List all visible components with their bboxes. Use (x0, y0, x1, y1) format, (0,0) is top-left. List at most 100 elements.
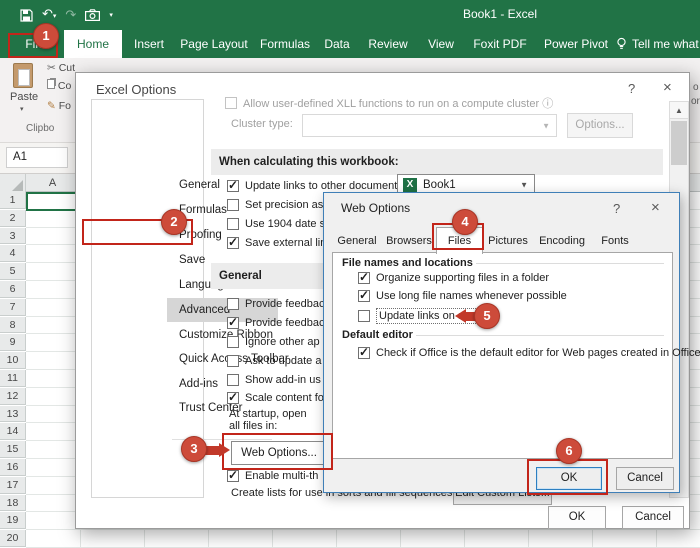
calc-check-3[interactable]: Save external lin (227, 237, 326, 249)
arrow-right-icon (219, 443, 230, 457)
general-check-3[interactable]: Ask to update a (227, 355, 321, 367)
cluster-options-button[interactable]: Options... (567, 113, 633, 138)
general-check-5[interactable]: Scale content fo (227, 392, 324, 404)
row-header-9[interactable]: 9 (0, 334, 26, 351)
qat-customize-icon[interactable]: ▾ (109, 11, 113, 19)
quick-access-toolbar: ↶▾ ↷ ▾ (20, 6, 113, 24)
calc-check-0[interactable]: Update links to other documents (227, 180, 403, 192)
row-header-14[interactable]: 14 (0, 423, 26, 440)
calc-check-1[interactable]: Set precision as (227, 199, 323, 211)
row-header-20[interactable]: 20 (0, 530, 26, 547)
row-header-4[interactable]: 4 (0, 245, 26, 262)
row-header-6[interactable]: 6 (0, 281, 26, 298)
row-header-5[interactable]: 5 (0, 263, 26, 280)
row-header-2[interactable]: 2 (0, 210, 26, 227)
checkbox-label: Organize supporting files in a folder (376, 272, 549, 284)
row-header-13[interactable]: 13 (0, 406, 26, 423)
row-header-18[interactable]: 18 (0, 495, 26, 512)
checkbox[interactable] (227, 336, 239, 348)
row-header-19[interactable]: 19 (0, 512, 26, 529)
checkbox[interactable] (227, 374, 239, 386)
scroll-up-icon[interactable] (670, 102, 688, 119)
excel-options-cancel-button[interactable]: Cancel (622, 506, 684, 529)
row-header-12[interactable]: 12 (0, 388, 26, 405)
web-options-tab-general[interactable]: General (334, 229, 380, 253)
general-check-0[interactable]: Provide feedbac (227, 298, 325, 310)
ribbon-tab-data[interactable]: Data (318, 30, 356, 58)
ribbon-tab-view[interactable]: View (420, 30, 462, 58)
format-painter-button[interactable]: ✎ Fo (47, 100, 71, 112)
callout-5: 5 (474, 303, 500, 329)
camera-icon[interactable] (85, 9, 100, 21)
close-button[interactable]: × (663, 79, 672, 96)
cut-button[interactable]: ✂ Cut (47, 62, 75, 74)
startup-label-2: all files in: (229, 420, 277, 432)
excel-options-ok-button[interactable]: OK (548, 506, 606, 529)
web-options-tab-fonts[interactable]: Fonts (593, 229, 637, 253)
file-names-check-1[interactable]: Use long file names whenever possible (358, 290, 567, 302)
row-header-10[interactable]: 10 (0, 352, 26, 369)
redo-icon[interactable]: ↷ (65, 6, 76, 24)
save-icon[interactable] (20, 9, 33, 22)
row-header-15[interactable]: 15 (0, 441, 26, 458)
checkbox[interactable] (227, 355, 239, 367)
window-title: Book1 - Excel (430, 7, 570, 21)
help-button[interactable]: ? (628, 81, 635, 96)
checkbox-label: Save external lin (245, 237, 326, 249)
ribbon-tab-review[interactable]: Review (362, 30, 414, 58)
checkbox[interactable] (227, 237, 239, 249)
row-header-11[interactable]: 11 (0, 370, 26, 387)
copy-button[interactable]: Co (47, 79, 71, 92)
checkbox[interactable] (227, 298, 239, 310)
checkbox[interactable] (225, 97, 237, 109)
ribbon-tab-insert[interactable]: Insert (126, 30, 172, 58)
default-editor-checkbox[interactable]: Check if Office is the default editor fo… (358, 347, 700, 359)
file-names-check-0[interactable]: Organize supporting files in a folder (358, 272, 549, 284)
checkbox[interactable] (358, 290, 370, 302)
row-header-17[interactable]: 17 (0, 477, 26, 494)
ribbon-tab-foxit-pdf[interactable]: Foxit PDF (468, 30, 532, 58)
checkbox[interactable] (358, 310, 370, 322)
checkbox[interactable] (358, 347, 370, 359)
callout-3: 3 (181, 436, 207, 462)
row-header-7[interactable]: 7 (0, 299, 26, 316)
web-options-tab-pictures[interactable]: Pictures (485, 229, 531, 253)
ribbon-tab-power-pivot[interactable]: Power Pivot (538, 30, 614, 58)
selected-cell-a1[interactable] (26, 192, 80, 211)
row-header-16[interactable]: 16 (0, 459, 26, 476)
checkbox[interactable] (358, 272, 370, 284)
xll-functions-checkbox[interactable]: Allow user-defined XLL functions to run … (225, 95, 553, 111)
checkbox[interactable] (227, 218, 239, 230)
close-button[interactable]: × (651, 199, 660, 216)
checkbox[interactable] (227, 470, 239, 482)
general-check-1[interactable]: Provide feedbac (227, 317, 325, 329)
checkbox[interactable] (227, 392, 239, 404)
group-label-default-editor: Default editor (342, 329, 419, 341)
calc-check-2[interactable]: Use 1904 date sy (227, 218, 331, 230)
web-options-tab-encoding[interactable]: Encoding (533, 229, 591, 253)
paste-button[interactable] (13, 63, 33, 88)
checkbox-label: Check if Office is the default editor fo… (376, 347, 700, 359)
checkbox[interactable] (227, 199, 239, 211)
enable-multithread-checkbox[interactable]: Enable multi-th (227, 470, 318, 482)
ribbon-tab-home[interactable]: Home (64, 30, 122, 58)
paste-dropdown-icon[interactable]: ▾ (20, 105, 24, 113)
column-header-a[interactable]: A (26, 174, 80, 192)
row-header-8[interactable]: 8 (0, 317, 26, 334)
checkbox[interactable] (227, 180, 239, 192)
checkbox[interactable] (227, 317, 239, 329)
tell-me-box[interactable]: Tell me what (616, 30, 699, 58)
row-header-1[interactable]: 1 (0, 192, 26, 209)
general-check-2[interactable]: Ignore other ap (227, 336, 320, 348)
ribbon-tab-formulas[interactable]: Formulas (254, 30, 316, 58)
ribbon-tab-page-layout[interactable]: Page Layout (178, 30, 250, 58)
scrollbar-thumb[interactable] (671, 121, 687, 165)
web-options-cancel-button[interactable]: Cancel (616, 467, 674, 490)
cluster-type-dropdown[interactable]: ▼ (302, 114, 557, 137)
name-box[interactable]: A1 (6, 147, 68, 168)
paste-label[interactable]: Paste (10, 91, 38, 103)
general-check-4[interactable]: Show add-in us (227, 374, 321, 386)
row-header-3[interactable]: 3 (0, 228, 26, 245)
web-options-tab-browsers[interactable]: Browsers (382, 229, 436, 253)
help-button[interactable]: ? (613, 201, 620, 216)
